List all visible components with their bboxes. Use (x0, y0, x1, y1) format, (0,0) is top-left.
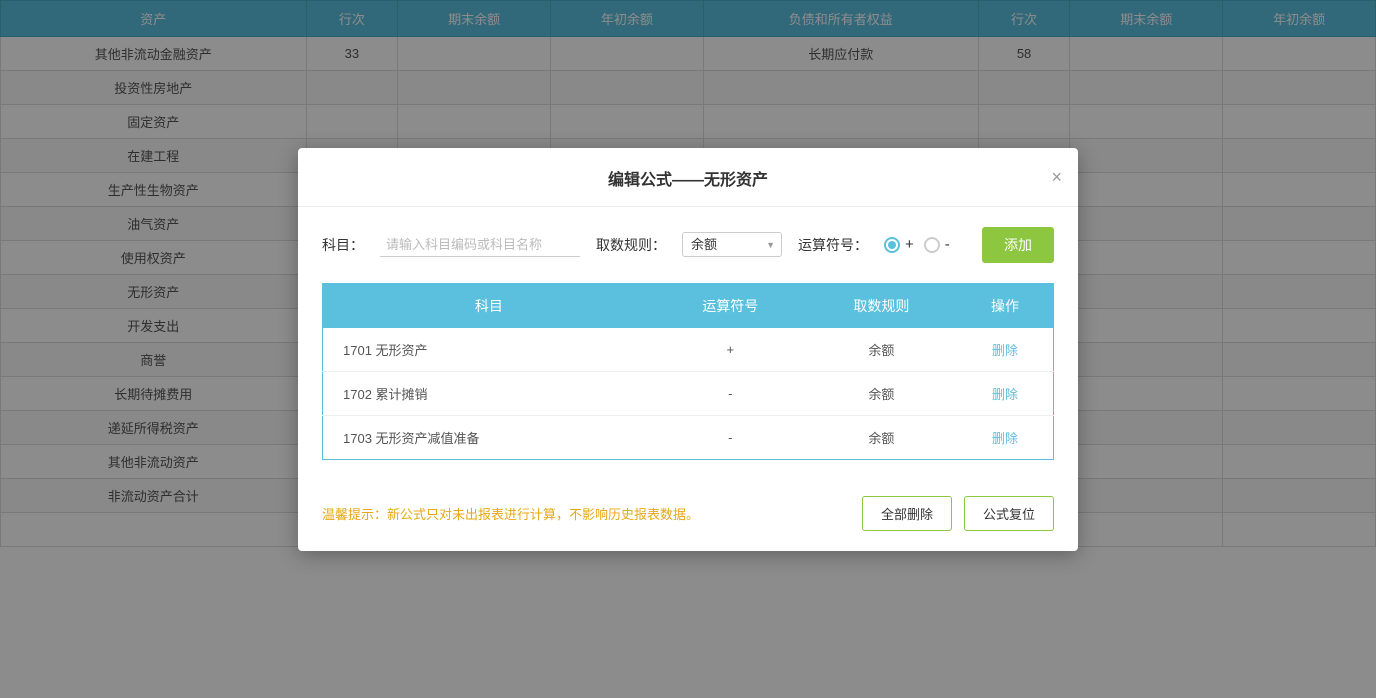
col-rule-header: 取数规则 (806, 283, 957, 328)
reset-formula-button[interactable]: 公式复位 (964, 496, 1054, 531)
formula-table: 科目 运算符号 取数规则 操作 1701 无形资产+余额删除1702 累计摊销-… (322, 283, 1054, 460)
formula-subject-cell: 1703 无形资产减值准备 (323, 415, 655, 459)
formula-subject-cell: 1701 无形资产 (323, 328, 655, 372)
formula-rule-cell: 余额 (806, 328, 957, 372)
formula-operator-cell: - (655, 415, 806, 459)
add-button[interactable]: 添加 (982, 227, 1054, 263)
formula-action-cell: 删除 (957, 371, 1054, 415)
formula-row: 1703 无形资产减值准备-余额 删除 (323, 415, 1054, 459)
rule-select[interactable]: 余额 借方发生额 贷方发生额 净发生额 (682, 232, 782, 257)
operator-label: 运算符号： (798, 235, 868, 255)
modal-dialog: 编辑公式——无形资产 × 科目： 取数规则： 余额 借方发生额 贷方发生额 净发… (298, 148, 1078, 551)
modal-header: 编辑公式——无形资产 × (298, 148, 1078, 207)
delete-row-button[interactable]: 删除 (992, 387, 1018, 402)
operator-minus-radio[interactable]: - (924, 236, 950, 253)
form-row: 科目： 取数规则： 余额 借方发生额 贷方发生额 净发生额 运算符号： + (322, 227, 1054, 263)
operator-plus-circle (884, 237, 900, 253)
modal-close-button[interactable]: × (1051, 168, 1062, 186)
operator-radio-group: + - (884, 236, 950, 253)
modal-body: 科目： 取数规则： 余额 借方发生额 贷方发生额 净发生额 运算符号： + (298, 207, 1078, 480)
formula-operator-cell: - (655, 371, 806, 415)
delete-all-button[interactable]: 全部删除 (862, 496, 952, 531)
rule-label: 取数规则： (596, 235, 666, 255)
subject-input[interactable] (380, 233, 580, 257)
formula-subject-cell: 1702 累计摊销 (323, 371, 655, 415)
formula-action-cell: 删除 (957, 415, 1054, 459)
operator-minus-label: - (945, 236, 950, 253)
modal-title: 编辑公式——无形资产 (608, 172, 768, 189)
col-subject-header: 科目 (323, 283, 655, 328)
delete-row-button[interactable]: 删除 (992, 343, 1018, 358)
delete-row-button[interactable]: 删除 (992, 431, 1018, 446)
operator-plus-radio[interactable]: + (884, 236, 914, 253)
operator-minus-circle (924, 237, 940, 253)
footer-buttons: 全部删除 公式复位 (862, 496, 1054, 531)
rule-select-wrapper: 余额 借方发生额 贷方发生额 净发生额 (682, 232, 782, 257)
modal-overlay: 编辑公式——无形资产 × 科目： 取数规则： 余额 借方发生额 贷方发生额 净发… (0, 0, 1376, 698)
formula-action-cell: 删除 (957, 328, 1054, 372)
formula-row: 1702 累计摊销-余额 删除 (323, 371, 1054, 415)
col-action-header: 操作 (957, 283, 1054, 328)
formula-rule-cell: 余额 (806, 371, 957, 415)
formula-operator-cell: + (655, 328, 806, 372)
footer-tip: 温馨提示：新公式只对未出报表进行计算，不影响历史报表数据。 (322, 504, 699, 523)
formula-rule-cell: 余额 (806, 415, 957, 459)
formula-row: 1701 无形资产+余额 删除 (323, 328, 1054, 372)
operator-plus-label: + (905, 236, 914, 253)
modal-footer: 温馨提示：新公式只对未出报表进行计算，不影响历史报表数据。 全部删除 公式复位 (298, 480, 1078, 551)
col-operator-header: 运算符号 (655, 283, 806, 328)
subject-label: 科目： (322, 235, 364, 255)
